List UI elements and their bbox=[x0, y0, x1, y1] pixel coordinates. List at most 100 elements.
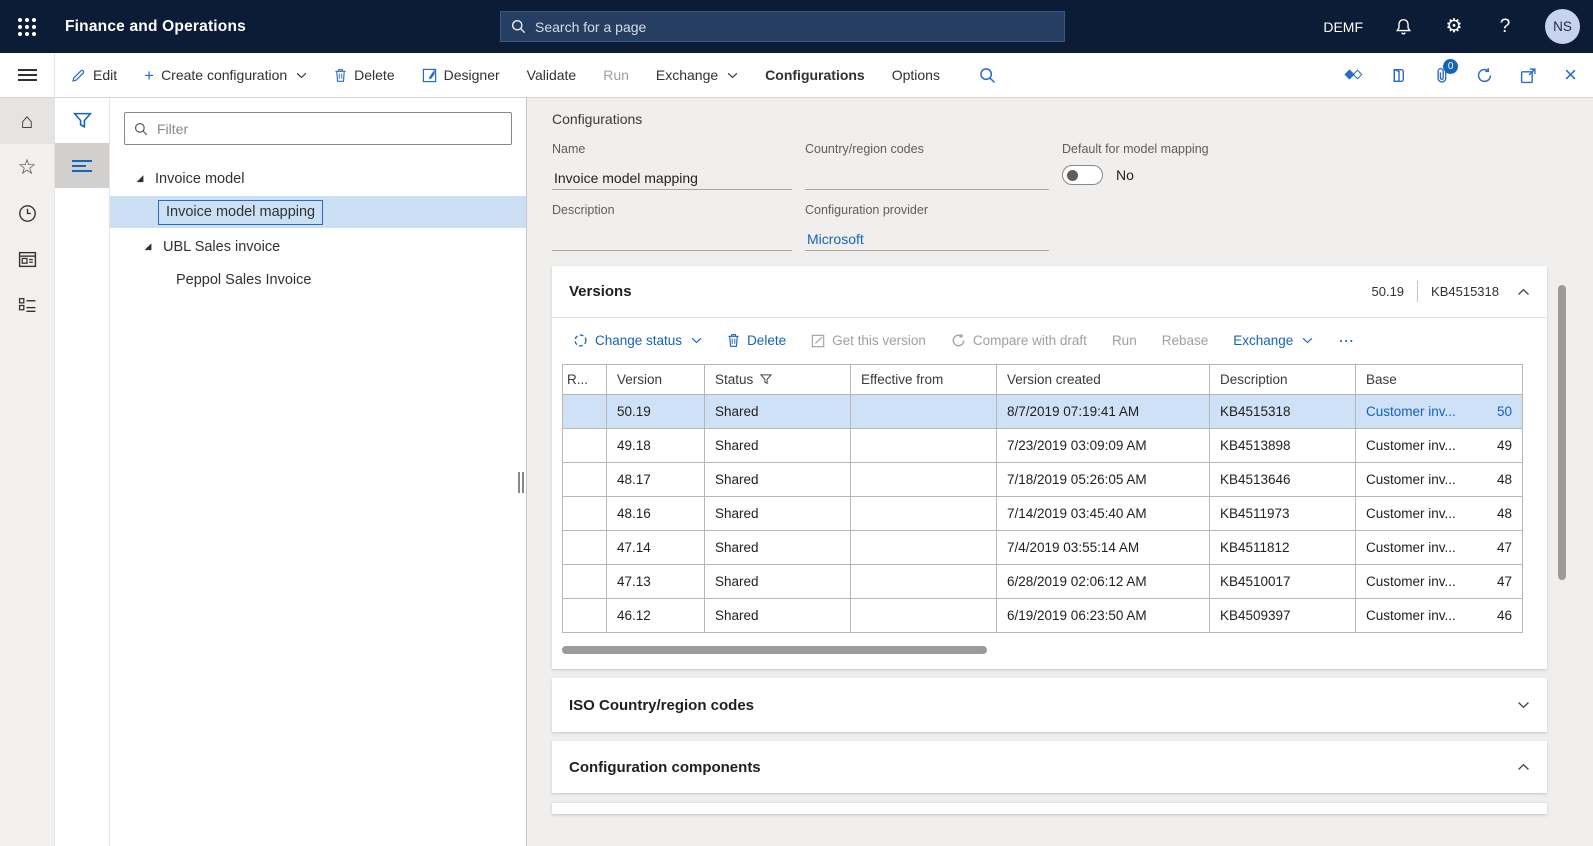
versions-header[interactable]: Versions 50.19 KB4515318 bbox=[552, 266, 1547, 318]
col-version-created[interactable]: Version created bbox=[996, 364, 1210, 395]
tree-item-invoice-model-mapping[interactable]: Invoice model mapping bbox=[110, 196, 526, 228]
nav-collapse-button[interactable] bbox=[0, 53, 55, 97]
edit-button[interactable]: Edit bbox=[71, 67, 117, 83]
version-row[interactable]: 47.14 Shared 7/4/2019 03:55:14 AM KB4511… bbox=[562, 530, 1523, 565]
more-commands-button[interactable]: ⋯ bbox=[1338, 331, 1355, 351]
tree-item-invoice-model[interactable]: ◢ Invoice model bbox=[110, 162, 526, 195]
nav-forms-button[interactable] bbox=[0, 236, 54, 282]
name-value[interactable]: Invoice model mapping bbox=[552, 165, 792, 190]
actionbar-search-icon[interactable] bbox=[979, 67, 996, 84]
col-status[interactable]: Status bbox=[704, 364, 851, 395]
base-model-link[interactable]: Customer inv... bbox=[1366, 404, 1456, 419]
versions-horizontal-scrollbar bbox=[562, 646, 1537, 655]
page-search-box[interactable] bbox=[500, 11, 1065, 42]
attachments-icon[interactable]: 0 bbox=[1434, 58, 1459, 84]
create-configuration-button[interactable]: + Create configuration bbox=[144, 67, 307, 84]
task-list-icon bbox=[18, 297, 37, 314]
header-fields: Name Invoice model mapping Country/regio… bbox=[552, 142, 1547, 251]
tab-options[interactable]: Options bbox=[892, 67, 940, 83]
status-circle-icon bbox=[573, 333, 588, 348]
version-row[interactable]: 47.13 Shared 6/28/2019 02:06:12 AM KB451… bbox=[562, 564, 1523, 599]
description-label: Description bbox=[552, 203, 615, 217]
versions-table-header-row: R... Version Status Effective from Versi… bbox=[562, 364, 1523, 395]
user-avatar[interactable]: NS bbox=[1545, 9, 1580, 44]
compare-with-draft-button: Compare with draft bbox=[951, 333, 1087, 348]
col-republish[interactable]: R... bbox=[562, 364, 607, 395]
filter-pane-button[interactable] bbox=[55, 98, 109, 143]
chevron-down-icon bbox=[1302, 337, 1313, 344]
pencil-icon bbox=[71, 68, 86, 83]
col-description[interactable]: Description bbox=[1209, 364, 1356, 395]
horizontal-scrollbar-thumb[interactable] bbox=[562, 646, 987, 654]
country-region-label: Country/region codes bbox=[805, 142, 924, 156]
tree-item-peppol-sales-invoice[interactable]: Peppol Sales Invoice bbox=[110, 263, 526, 296]
delete-button[interactable]: Delete bbox=[334, 67, 395, 83]
default-model-mapping-toggle[interactable] bbox=[1062, 165, 1103, 185]
addins-diamonds-icon[interactable] bbox=[1344, 67, 1363, 83]
col-version[interactable]: Version bbox=[606, 364, 705, 395]
version-row[interactable]: 48.16 Shared 7/14/2019 03:45:40 AM KB451… bbox=[562, 496, 1523, 531]
waffle-icon bbox=[17, 17, 36, 36]
col-base[interactable]: Base bbox=[1355, 364, 1523, 395]
configuration-components-section: Configuration components bbox=[552, 741, 1547, 793]
sync-icon bbox=[951, 333, 966, 348]
list-lines-icon bbox=[72, 157, 92, 175]
col-effective-from[interactable]: Effective from bbox=[850, 364, 997, 395]
open-in-new-window-icon[interactable] bbox=[1520, 67, 1537, 84]
settings-gear-icon[interactable]: ⚙ bbox=[1443, 16, 1465, 38]
action-bar: Edit + Create configuration Delete Desig… bbox=[0, 53, 1593, 98]
tree-expanded-icon[interactable]: ◢ bbox=[140, 241, 156, 252]
version-exchange-button[interactable]: Exchange bbox=[1233, 333, 1313, 348]
chevron-up-icon[interactable] bbox=[1517, 763, 1530, 771]
description-value[interactable] bbox=[552, 226, 792, 251]
iso-section-title: ISO Country/region codes bbox=[569, 696, 755, 714]
version-row[interactable]: 46.12 Shared 6/19/2019 06:23:50 AM KB450… bbox=[562, 598, 1523, 633]
nav-home-button[interactable]: ⌂ bbox=[0, 98, 54, 144]
app-launcher-button[interactable] bbox=[0, 0, 53, 53]
tab-configurations[interactable]: Configurations bbox=[765, 67, 865, 83]
description-field: Description bbox=[552, 203, 805, 251]
version-delete-button[interactable]: Delete bbox=[727, 333, 786, 348]
open-in-office-icon[interactable] bbox=[1390, 67, 1407, 84]
change-status-button[interactable]: Change status bbox=[573, 333, 702, 348]
configuration-list-pane-button[interactable] bbox=[55, 143, 109, 188]
version-row[interactable]: 48.17 Shared 7/18/2019 05:26:05 AM KB451… bbox=[562, 462, 1523, 497]
attachments-badge: 0 bbox=[1443, 58, 1459, 74]
tree-expanded-icon[interactable]: ◢ bbox=[132, 173, 148, 184]
chevron-up-icon[interactable] bbox=[1517, 288, 1530, 296]
version-row[interactable]: 49.18 Shared 7/23/2019 03:09:09 AM KB451… bbox=[562, 428, 1523, 463]
topbar-left: Finance and Operations bbox=[0, 0, 500, 53]
refresh-icon[interactable] bbox=[1476, 67, 1493, 84]
help-icon[interactable]: ? bbox=[1494, 16, 1516, 38]
default-model-mapping-field: Default for model mapping No bbox=[1062, 142, 1547, 190]
notifications-bell-icon[interactable] bbox=[1392, 16, 1414, 38]
versions-table: R... Version Status Effective from Versi… bbox=[562, 364, 1523, 633]
exchange-menu-button[interactable]: Exchange bbox=[656, 67, 738, 83]
company-picker[interactable]: DEMF bbox=[1323, 19, 1363, 35]
tree-filter-input[interactable] bbox=[157, 120, 502, 137]
version-run-button: Run bbox=[1111, 333, 1137, 348]
main-content: Configurations Name Invoice model mappin… bbox=[527, 98, 1593, 846]
version-row[interactable]: 50.19 Shared 8/7/2019 07:19:41 AM KB4515… bbox=[562, 394, 1523, 429]
tree-item-ubl-sales-invoice[interactable]: ◢ UBL Sales invoice bbox=[110, 230, 526, 263]
close-icon[interactable]: × bbox=[1564, 64, 1577, 86]
country-region-value[interactable] bbox=[805, 165, 1049, 190]
nav-favorites-button[interactable]: ☆ bbox=[0, 144, 54, 190]
panel-resize-grip[interactable] bbox=[518, 472, 524, 493]
nav-recent-button[interactable] bbox=[0, 190, 54, 236]
filter-funnel-icon[interactable] bbox=[760, 374, 773, 385]
designer-button[interactable]: Designer bbox=[422, 67, 500, 83]
funnel-icon bbox=[72, 112, 92, 129]
versions-section: Versions 50.19 KB4515318 Change status D… bbox=[552, 266, 1547, 669]
base-version-link[interactable]: 50 bbox=[1497, 404, 1512, 419]
iso-section-header[interactable]: ISO Country/region codes bbox=[552, 678, 1547, 732]
vertical-scrollbar-thumb[interactable] bbox=[1558, 285, 1566, 580]
page-search-input[interactable] bbox=[535, 18, 1054, 35]
chevron-down-icon[interactable] bbox=[1517, 701, 1530, 709]
nav-workspaces-button[interactable] bbox=[0, 282, 54, 328]
configuration-provider-link[interactable]: Microsoft bbox=[805, 226, 1049, 251]
chevron-down-icon bbox=[727, 72, 738, 79]
components-section-header[interactable]: Configuration components bbox=[552, 741, 1547, 793]
validate-button[interactable]: Validate bbox=[527, 67, 577, 83]
tree-filter-box[interactable] bbox=[124, 112, 512, 145]
